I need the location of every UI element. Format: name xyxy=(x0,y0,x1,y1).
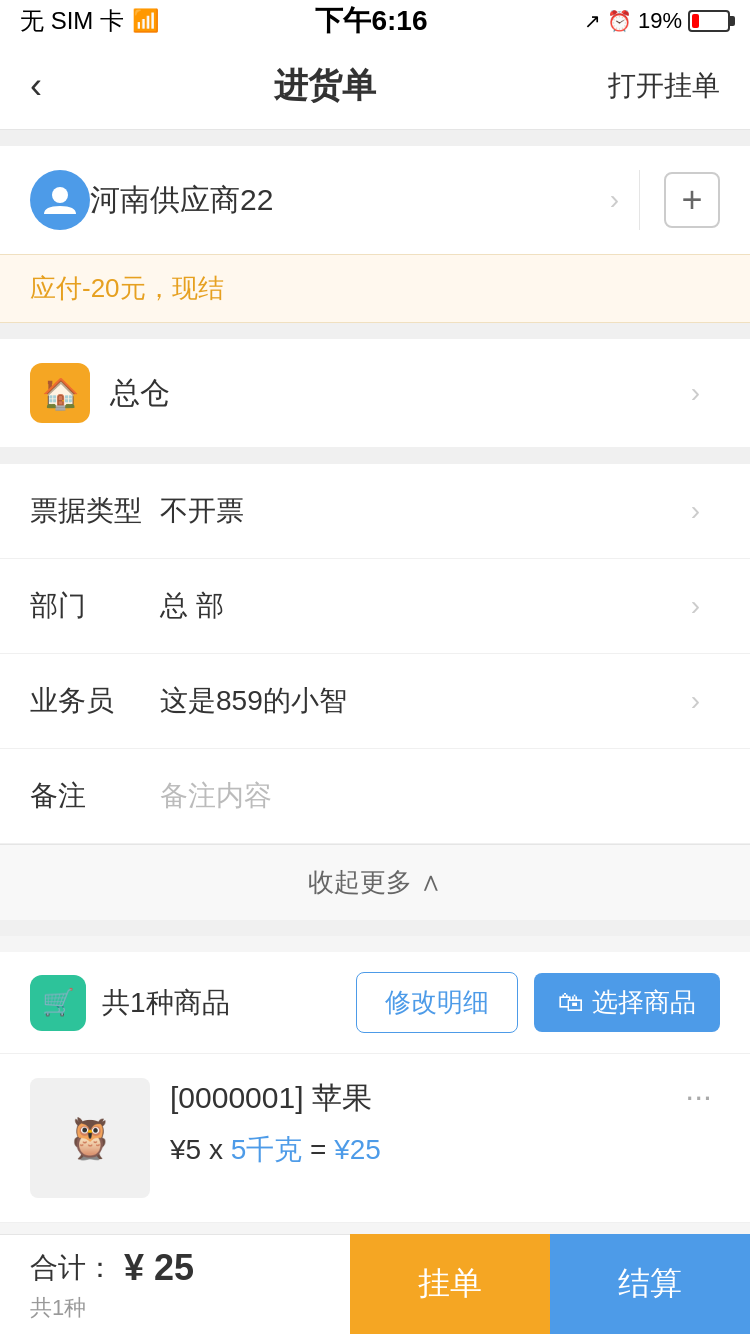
edit-detail-button[interactable]: 修改明细 xyxy=(356,972,518,1033)
products-header: 🛒 共1种商品 修改明细 🛍 选择商品 xyxy=(0,952,750,1054)
department-value: 总 部 xyxy=(150,587,691,625)
info-banner: 应付-20元，现结 xyxy=(0,254,750,323)
select-label: 选择商品 xyxy=(592,985,696,1020)
total-label: 合计： xyxy=(30,1249,114,1287)
status-right: ↗ ⏰ 19% xyxy=(584,8,730,34)
products-section: 🛒 共1种商品 修改明细 🛍 选择商品 🦉 [0000001] 苹果 ¥5 x … xyxy=(0,952,750,1223)
supplier-name: 河南供应商22 xyxy=(90,180,610,221)
invoice-type-row[interactable]: 票据类型 不开票 › xyxy=(0,464,750,559)
cart-icon: 🛒 xyxy=(42,987,74,1018)
back-button[interactable]: ‹ xyxy=(30,65,42,107)
divider-3 xyxy=(0,920,750,936)
location-icon: ↗ xyxy=(584,9,601,33)
department-label: 部门 xyxy=(30,587,150,625)
remark-input[interactable]: 备注内容 xyxy=(150,777,720,815)
battery-percent: 19% xyxy=(638,8,682,34)
product-code: [0000001] xyxy=(170,1081,303,1114)
products-count: 共1种商品 xyxy=(102,984,356,1022)
house-icon: 🏠 xyxy=(42,376,79,411)
remark-row[interactable]: 备注 备注内容 xyxy=(0,749,750,844)
remark-label: 备注 xyxy=(30,777,150,815)
status-time: 下午6:16 xyxy=(315,2,427,40)
checkout-button[interactable]: 结算 xyxy=(550,1234,750,1334)
status-left: 无 SIM 卡 📶 xyxy=(20,5,159,37)
product-info: [0000001] 苹果 ¥5 x 5千克 = ¥25 xyxy=(170,1078,677,1169)
bottom-bar: 合计： ¥ 25 共1种 挂单 结算 xyxy=(0,1234,750,1334)
products-icon: 🛒 xyxy=(30,975,86,1031)
battery-indicator xyxy=(688,10,730,32)
svg-point-0 xyxy=(52,187,68,203)
open-hang-button[interactable]: 打开挂单 xyxy=(608,67,720,105)
invoice-type-value: 不开票 xyxy=(150,492,691,530)
product-thumbnail: 🦉 xyxy=(30,1078,150,1198)
salesperson-row[interactable]: 业务员 这是859的小智 › xyxy=(0,654,750,749)
form-section: 票据类型 不开票 › 部门 总 部 › 业务员 这是859的小智 › 备注 备注… xyxy=(0,464,750,844)
salesperson-value: 这是859的小智 xyxy=(150,682,691,720)
more-options-button[interactable]: ··· xyxy=(677,1078,720,1115)
multiply-sign: x xyxy=(209,1134,231,1165)
product-title: 苹果 xyxy=(312,1081,372,1114)
line-total: ¥25 xyxy=(334,1134,381,1165)
select-icon: 🛍 xyxy=(558,987,584,1018)
supplier-row[interactable]: 河南供应商22 › + xyxy=(0,146,750,254)
product-name: [0000001] 苹果 xyxy=(170,1078,677,1119)
nav-bar: ‹ 进货单 打开挂单 xyxy=(0,42,750,130)
department-row[interactable]: 部门 总 部 › xyxy=(0,559,750,654)
product-item: 🦉 [0000001] 苹果 ¥5 x 5千克 = ¥25 ··· xyxy=(0,1054,750,1223)
status-bar: 无 SIM 卡 📶 下午6:16 ↗ ⏰ 19% xyxy=(0,0,750,42)
collapse-bar[interactable]: 收起更多 ∧ xyxy=(0,844,750,920)
select-product-button[interactable]: 🛍 选择商品 xyxy=(534,973,720,1032)
total-info: 合计： ¥ 25 共1种 xyxy=(30,1247,194,1323)
warehouse-chevron-icon: › xyxy=(691,377,700,409)
person-svg xyxy=(42,182,78,218)
total-amount: ¥ 25 xyxy=(124,1247,194,1289)
top-divider xyxy=(0,130,750,146)
owl-logo-icon: 🦉 xyxy=(65,1115,115,1162)
divider-1 xyxy=(0,323,750,339)
warehouse-icon: 🏠 xyxy=(30,363,90,423)
hang-button[interactable]: 挂单 xyxy=(350,1234,550,1334)
product-price: ¥5 x 5千克 = ¥25 xyxy=(170,1131,677,1169)
supplier-section: 河南供应商22 › + 应付-20元，现结 xyxy=(0,146,750,323)
salesperson-label: 业务员 xyxy=(30,682,150,720)
invoice-type-label: 票据类型 xyxy=(30,492,150,530)
department-chevron-icon: › xyxy=(691,590,700,622)
total-row: 合计： ¥ 25 xyxy=(30,1247,194,1289)
alarm-icon: ⏰ xyxy=(607,9,632,33)
unit-price: ¥5 xyxy=(170,1134,201,1165)
warehouse-section: 🏠 总仓 › xyxy=(0,339,750,448)
salesperson-chevron-icon: › xyxy=(691,685,700,717)
divider-2 xyxy=(0,448,750,464)
total-sub-label: 共1种 xyxy=(30,1293,194,1323)
avatar xyxy=(30,170,90,230)
wifi-icon: 📶 xyxy=(132,8,159,34)
battery-fill xyxy=(692,14,699,28)
divider-line xyxy=(639,170,640,230)
supplier-chevron-icon: › xyxy=(610,184,619,216)
add-supplier-button[interactable]: + xyxy=(664,172,720,228)
page-title: 进货单 xyxy=(274,63,376,109)
total-section: 合计： ¥ 25 共1种 xyxy=(0,1234,350,1334)
quantity: 5千克 xyxy=(231,1134,303,1165)
warehouse-name: 总仓 xyxy=(110,373,691,414)
warehouse-row[interactable]: 🏠 总仓 › xyxy=(0,339,750,448)
equals-sign: = xyxy=(310,1134,334,1165)
carrier-label: 无 SIM 卡 xyxy=(20,5,124,37)
invoice-type-chevron-icon: › xyxy=(691,495,700,527)
